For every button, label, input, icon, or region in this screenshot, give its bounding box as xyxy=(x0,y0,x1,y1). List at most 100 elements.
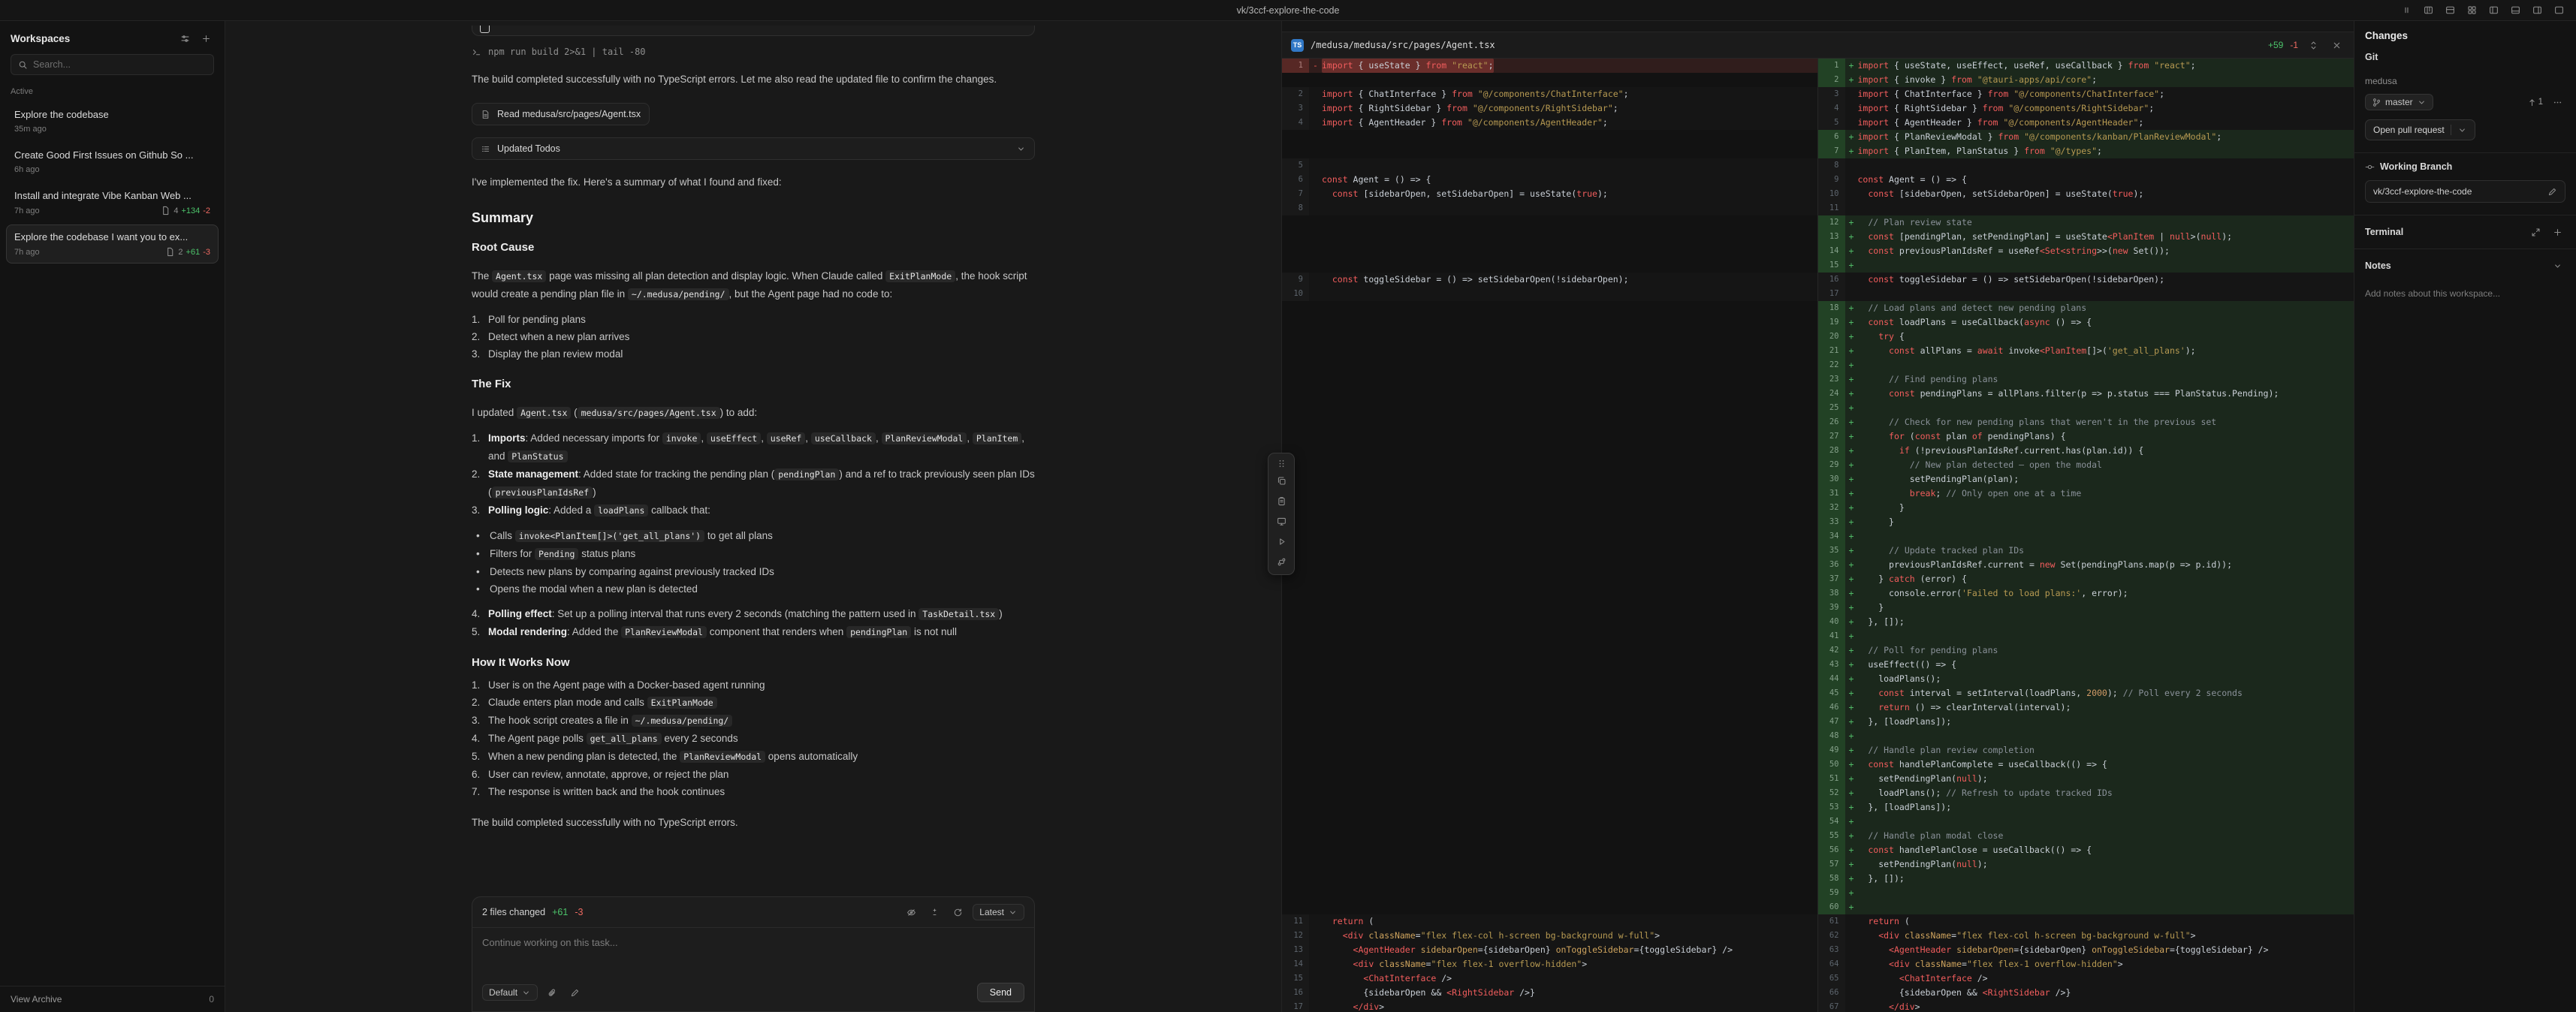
diff-line: 35+ // Update tracked plan IDs xyxy=(1818,544,2354,558)
diff-sign: + xyxy=(1845,372,1858,387)
diff-view-button[interactable] xyxy=(926,904,943,920)
code-text: }, []); xyxy=(1858,872,2354,886)
line-number: 54 xyxy=(1818,815,1845,829)
code-text: import { RightSidebar } from "@/componen… xyxy=(1858,101,2354,116)
columns-button[interactable] xyxy=(2420,3,2436,18)
list-marker: • xyxy=(476,527,490,545)
line-number: 49 xyxy=(1818,743,1845,757)
monitor-button[interactable] xyxy=(1271,512,1291,530)
diff-line: 36+ previousPlanIdsRef.current = new Set… xyxy=(1818,558,2354,572)
search-input[interactable] xyxy=(33,59,207,70)
ahead-count: 1 xyxy=(2538,98,2543,107)
diff-line: 34+ xyxy=(1818,529,2354,544)
diff-line: 56+ const handlePlanClose = useCallback(… xyxy=(1818,843,2354,857)
version-dropdown[interactable]: Latest xyxy=(973,904,1024,920)
code-text: setPendingPlan(null); xyxy=(1858,857,2354,872)
workspace-item[interactable]: Install and integrate Vibe Kanban Web ..… xyxy=(6,183,219,222)
workspace-title: Explore the codebase I want you to ex... xyxy=(14,231,210,242)
panel-right-button[interactable] xyxy=(2529,3,2545,18)
plus-icon xyxy=(2553,227,2562,237)
attach-button[interactable] xyxy=(544,984,560,1001)
columns-icon xyxy=(2424,5,2433,15)
panel-left-button[interactable] xyxy=(2485,3,2502,18)
play-button[interactable] xyxy=(1271,532,1291,550)
line-number: 1 xyxy=(1818,59,1845,73)
list-item-text: Imports: Added necessary imports for inv… xyxy=(488,429,1035,465)
line-number: 15 xyxy=(1818,258,1845,273)
drag-handle[interactable] xyxy=(1271,457,1291,469)
tool-call-command[interactable]: npm run build 2>&1 | tail -80 xyxy=(472,47,1035,57)
window-button[interactable] xyxy=(2550,3,2567,18)
code-text: const [pendingPlan, setPendingPlan] = us… xyxy=(1858,230,2354,244)
pr-label: Open pull request xyxy=(2373,125,2445,135)
history-button[interactable] xyxy=(949,904,966,920)
pause-button[interactable] xyxy=(2398,3,2415,18)
line-number: 52 xyxy=(1818,786,1845,800)
chevron-down-icon[interactable] xyxy=(1016,144,1026,154)
diff-line: 46+ return () => clearInterval(interval)… xyxy=(1818,700,2354,715)
ordered-list-item: 4.The Agent page polls get_all_plans eve… xyxy=(472,730,1035,748)
open-pull-request-button[interactable]: Open pull request xyxy=(2365,119,2475,140)
view-archive-link[interactable]: View Archive xyxy=(11,994,62,1004)
diff-line: 66 {sidebarOpen && <RightSidebar />} xyxy=(1818,986,2354,1000)
diff-line: 7+import { PlanItem, PlanStatus } from "… xyxy=(1818,144,2354,158)
branch-selector[interactable]: master xyxy=(2365,94,2433,110)
line-number: 3 xyxy=(1818,87,1845,101)
workspace-diff-stats: 2+61-3 xyxy=(165,247,210,257)
diff-sign: + xyxy=(1845,843,1858,857)
notes-collapse-button[interactable] xyxy=(2549,258,2565,274)
additions-count: +61 xyxy=(552,907,568,917)
line-number: 25 xyxy=(1818,401,1845,415)
inline-code: Agent.tsx xyxy=(492,270,546,282)
inline-code: ~/.medusa/pending/ xyxy=(628,288,729,300)
send-button[interactable]: Send xyxy=(977,983,1024,1002)
diff-sign xyxy=(1309,187,1322,201)
diff-line: 55+ // Handle plan modal close xyxy=(1818,829,2354,843)
inline-code: useEffect xyxy=(707,432,761,444)
section-heading: Summary xyxy=(472,210,1035,226)
working-branch-input[interactable]: vk/3ccf-explore-the-code xyxy=(2365,180,2565,203)
pen-icon xyxy=(570,988,580,998)
git-more-button[interactable] xyxy=(2549,94,2565,110)
workspace-timestamp: 6h ago xyxy=(14,165,40,174)
grid-button[interactable] xyxy=(2463,3,2480,18)
copy-button[interactable] xyxy=(1271,471,1291,489)
diff-body[interactable]: 1-import { useState } from "react";2impo… xyxy=(1282,59,2354,1012)
ordered-list-item: 2.Claude enters plan mode and calls Exit… xyxy=(472,694,1035,712)
chat-scroll-area[interactable]: npm run build 2>&1 | tail -80The build c… xyxy=(225,21,1281,890)
clipboard-button[interactable] xyxy=(1271,492,1291,510)
code-text xyxy=(1858,529,2354,544)
diff-line: 62 <div className="flex flex-col h-scree… xyxy=(1818,929,2354,943)
panel-bottom-button[interactable] xyxy=(2507,3,2523,18)
annotate-button[interactable] xyxy=(566,984,583,1001)
workspace-item[interactable]: Create Good First Issues on Github So ..… xyxy=(6,143,219,181)
code-text: const previousPlanIdsRef = useRef<Set<st… xyxy=(1858,244,2354,258)
inline-code: PlanReviewModal xyxy=(882,432,967,444)
branch-row: master 1 xyxy=(2354,92,2576,118)
diff-sign xyxy=(1845,116,1858,130)
git-compare-button[interactable] xyxy=(1271,553,1291,571)
terminal-expand-button[interactable] xyxy=(2527,224,2544,240)
code-text xyxy=(1322,287,1817,301)
rows-button[interactable] xyxy=(2442,3,2458,18)
todo-list-card[interactable]: Updated Todos xyxy=(472,137,1035,160)
code-text: const toggleSidebar = () => setSidebarOp… xyxy=(1858,273,2354,287)
diff-sign: + xyxy=(1845,800,1858,815)
unfold-diff-button[interactable] xyxy=(2305,37,2321,53)
close-diff-button[interactable] xyxy=(2328,37,2345,53)
message-input[interactable]: Continue working on this task... xyxy=(482,937,1024,983)
workspace-search[interactable] xyxy=(11,54,214,75)
notes-placeholder[interactable]: Add notes about this workspace... xyxy=(2354,282,2576,305)
terminal-section: Terminal xyxy=(2354,215,2576,248)
workspaces-layout-button[interactable] xyxy=(176,30,193,47)
list-marker: 2. xyxy=(472,694,488,712)
terminal-add-button[interactable] xyxy=(2549,224,2565,240)
mode-dropdown[interactable]: Default xyxy=(482,984,538,1001)
workspace-item[interactable]: Explore the codebase35m ago xyxy=(6,102,219,140)
new-workspace-button[interactable] xyxy=(198,30,214,47)
branch-icon xyxy=(2372,98,2381,107)
hide-diff-button[interactable] xyxy=(903,904,919,920)
tool-call-read-file[interactable]: Read medusa/src/pages/Agent.tsx xyxy=(472,103,650,125)
workspace-item[interactable]: Explore the codebase I want you to ex...… xyxy=(6,224,219,264)
code-text: import { invoke } from "@tauri-apps/api/… xyxy=(1858,73,2354,87)
